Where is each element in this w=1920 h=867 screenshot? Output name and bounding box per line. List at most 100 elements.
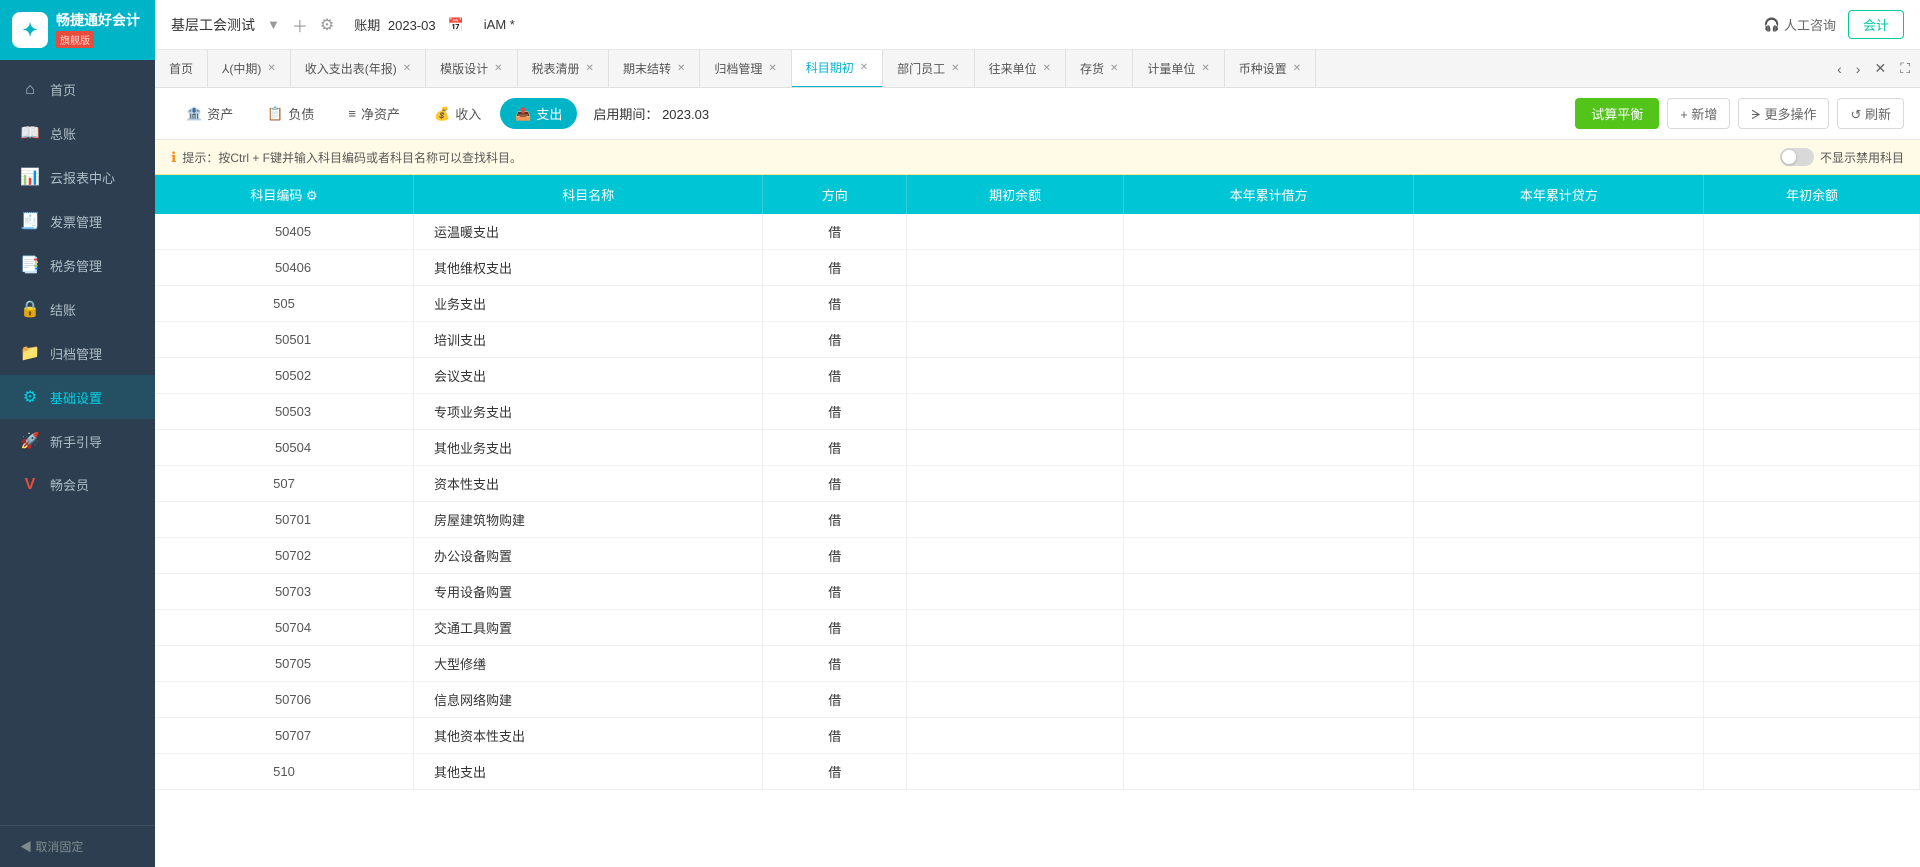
cell-direction: 借 bbox=[763, 538, 907, 574]
tab-tax[interactable]: 税表清册 ✕ bbox=[518, 50, 609, 88]
sidebar-item-home[interactable]: ⌂ 首页 bbox=[0, 68, 155, 111]
sidebar-collapse-button[interactable]: ◀ 取消固定 bbox=[0, 825, 155, 867]
tab-inventory[interactable]: 存货 ✕ bbox=[1066, 50, 1133, 88]
subtab-expense[interactable]: 📤 支出 bbox=[500, 98, 577, 129]
sidebar-item-invoice[interactable]: 🧾 发票管理 bbox=[0, 199, 155, 243]
add-company-button[interactable]: ＋ bbox=[292, 13, 308, 37]
subject-table-container[interactable]: 科目编码 ⚙ 科目名称 方向 期初余额 本年累计借方 bbox=[155, 175, 1920, 867]
tab-subject-init[interactable]: 科目期初 ✕ bbox=[792, 50, 883, 88]
company-settings-icon[interactable]: ⚙ bbox=[320, 15, 334, 35]
tab-archive[interactable]: 归档管理 ✕ bbox=[700, 50, 791, 88]
cell-code: 50704 bbox=[155, 610, 414, 646]
cell-year-opening bbox=[1704, 466, 1920, 502]
cell-ytd-credit bbox=[1414, 682, 1704, 718]
subtab-asset[interactable]: 🏦 资产 bbox=[171, 98, 248, 129]
tab-scroll-left[interactable]: ‹ bbox=[1831, 57, 1848, 81]
main-area: 基层工会测试 ▼ ＋ ⚙ 账期 2023-03 📅 iAM * 🎧 人工咨询 会… bbox=[155, 0, 1920, 867]
table-row[interactable]: 50705大型修缮借 bbox=[155, 646, 1920, 682]
table-row[interactable]: 50701房屋建筑物购建借 bbox=[155, 502, 1920, 538]
calculate-button[interactable]: 试算平衡 bbox=[1575, 98, 1659, 129]
sidebar-item-member[interactable]: V 畅会员 bbox=[0, 463, 155, 506]
cell-opening-balance bbox=[907, 466, 1124, 502]
tab-period-end[interactable]: 期末结转 ✕ bbox=[609, 50, 700, 88]
table-row[interactable]: 507资本性支出借 bbox=[155, 466, 1920, 502]
table-row[interactable]: 510其他支出借 bbox=[155, 754, 1920, 790]
cell-direction: 借 bbox=[763, 466, 907, 502]
cell-opening-balance bbox=[907, 502, 1124, 538]
cell-ytd-debit bbox=[1124, 682, 1414, 718]
tab-close-archive[interactable]: ✕ bbox=[768, 63, 776, 74]
tab-home[interactable]: 首页 bbox=[155, 50, 208, 88]
cell-ytd-debit bbox=[1124, 358, 1414, 394]
tab-close-currency[interactable]: ✕ bbox=[1293, 63, 1301, 74]
tab-close-period-end[interactable]: ✕ bbox=[677, 63, 685, 74]
tab-partner[interactable]: 往来单位 ✕ bbox=[975, 50, 1066, 88]
sidebar-item-ledger[interactable]: 📖 总账 bbox=[0, 111, 155, 155]
tab-dept[interactable]: 部门员工 ✕ bbox=[883, 50, 974, 88]
table-row[interactable]: 50406其他维权支出借 bbox=[155, 250, 1920, 286]
table-row[interactable]: 50706信息网络购建借 bbox=[155, 682, 1920, 718]
tab-template[interactable]: 模版设计 ✕ bbox=[426, 50, 517, 88]
tab-close-all[interactable]: ✕ bbox=[1868, 56, 1892, 81]
tab-close-subject-init[interactable]: ✕ bbox=[860, 62, 868, 73]
tab-close-template[interactable]: ✕ bbox=[494, 63, 502, 74]
sidebar-item-report[interactable]: 📊 云报表中心 bbox=[0, 155, 155, 199]
table-row[interactable]: 50707其他资本性支出借 bbox=[155, 718, 1920, 754]
sidebar-item-settings[interactable]: ⚙ 基础设置 bbox=[0, 375, 155, 419]
tabbar-navigation: ‹ › ✕ ⛶ bbox=[1827, 56, 1920, 81]
table-row[interactable]: 50405运温暖支出借 bbox=[155, 214, 1920, 250]
sidebar-item-archive[interactable]: 📁 归档管理 bbox=[0, 331, 155, 375]
subtab-liability[interactable]: 📋 负债 bbox=[252, 98, 329, 129]
tab-close-dept[interactable]: ✕ bbox=[951, 63, 959, 74]
table-row[interactable]: 50504其他业务支出借 bbox=[155, 430, 1920, 466]
service-button[interactable]: 🎧 人工咨询 bbox=[1764, 15, 1836, 34]
toggle-disabled[interactable]: 不显示禁用科目 bbox=[1780, 148, 1904, 166]
table-row[interactable]: 50502会议支出借 bbox=[155, 358, 1920, 394]
tab-close-tax[interactable]: ✕ bbox=[586, 63, 594, 74]
cell-ytd-credit bbox=[1414, 214, 1704, 250]
cell-ytd-debit bbox=[1124, 394, 1414, 430]
subtab-income[interactable]: 💰 收入 bbox=[419, 98, 496, 129]
tab-scroll-right[interactable]: › bbox=[1850, 57, 1867, 81]
tab-currency[interactable]: 币种设置 ✕ bbox=[1225, 50, 1316, 88]
cell-opening-balance bbox=[907, 430, 1124, 466]
account-button[interactable]: 会计 bbox=[1848, 10, 1904, 39]
cell-ytd-credit bbox=[1414, 250, 1704, 286]
cell-ytd-debit bbox=[1124, 286, 1414, 322]
refresh-button[interactable]: ↺ 刷新 bbox=[1837, 98, 1904, 129]
sidebar-item-close[interactable]: 🔒 结账 bbox=[0, 287, 155, 331]
subtab-net-asset[interactable]: ≡ 净资产 bbox=[333, 98, 415, 129]
cell-ytd-debit bbox=[1124, 250, 1414, 286]
tab-income-year[interactable]: 收入支出表(年报) ✕ bbox=[291, 50, 426, 88]
tab-close-unit[interactable]: ✕ bbox=[1201, 63, 1209, 74]
topbar-right: 🎧 人工咨询 会计 bbox=[1764, 10, 1904, 39]
new-button[interactable]: + 新增 bbox=[1667, 98, 1730, 129]
tab-close-balance-mid[interactable]: ✕ bbox=[267, 63, 275, 74]
tab-close-partner[interactable]: ✕ bbox=[1043, 63, 1051, 74]
company-dropdown-icon[interactable]: ▼ bbox=[267, 17, 280, 32]
tab-unit[interactable]: 计量单位 ✕ bbox=[1133, 50, 1224, 88]
cell-year-opening bbox=[1704, 358, 1920, 394]
tab-balance-mid[interactable]: ⅄(中期) ✕ bbox=[208, 50, 291, 88]
tab-fullscreen[interactable]: ⛶ bbox=[1894, 56, 1916, 81]
cell-year-opening bbox=[1704, 754, 1920, 790]
iam-label: iAM * bbox=[484, 17, 515, 32]
toggle-track[interactable] bbox=[1780, 148, 1814, 166]
table-row[interactable]: 505业务支出借 bbox=[155, 286, 1920, 322]
hint-text: 提示：按Ctrl + F键并输入科目编码或者科目名称可以查找科目。 bbox=[182, 149, 522, 166]
tab-close-income-year[interactable]: ✕ bbox=[403, 63, 411, 74]
sidebar-item-tax[interactable]: 📑 税务管理 bbox=[0, 243, 155, 287]
table-row[interactable]: 50503专项业务支出借 bbox=[155, 394, 1920, 430]
calendar-icon[interactable]: 📅 bbox=[448, 17, 464, 33]
cell-code: 50706 bbox=[155, 682, 414, 718]
more-button[interactable]: ᗒ 更多操作 bbox=[1738, 98, 1829, 129]
tab-close-inventory[interactable]: ✕ bbox=[1110, 63, 1118, 74]
table-row[interactable]: 50702办公设备购置借 bbox=[155, 538, 1920, 574]
cell-year-opening bbox=[1704, 610, 1920, 646]
invoice-icon: 🧾 bbox=[20, 211, 40, 231]
table-row[interactable]: 50501培训支出借 bbox=[155, 322, 1920, 358]
table-row[interactable]: 50703专用设备购置借 bbox=[155, 574, 1920, 610]
cell-code: 507 bbox=[155, 466, 414, 502]
table-row[interactable]: 50704交通工具购置借 bbox=[155, 610, 1920, 646]
sidebar-item-guide[interactable]: 🚀 新手引导 bbox=[0, 419, 155, 463]
